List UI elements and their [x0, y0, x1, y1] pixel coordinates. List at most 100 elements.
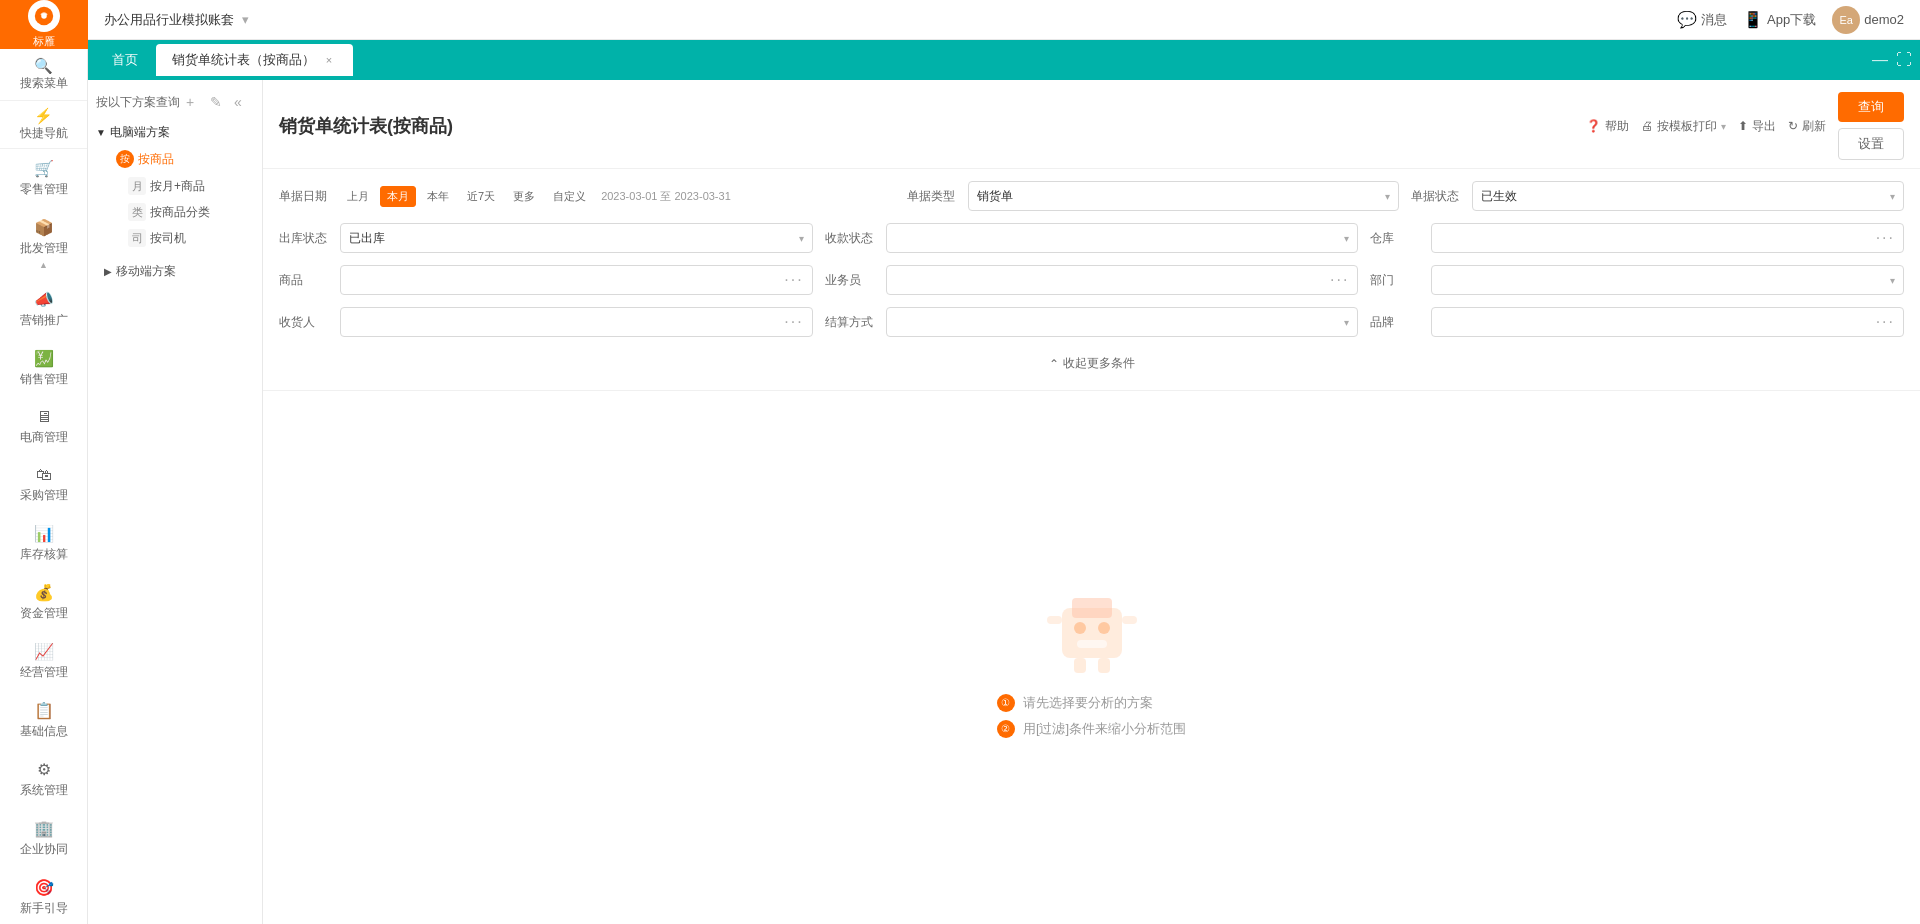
warehouse-control[interactable]: ···: [1431, 223, 1904, 253]
purchase-icon: 🛍: [36, 466, 52, 484]
hint1-text: 请先选择要分析的方案: [1023, 694, 1153, 712]
collapse-bar[interactable]: ⌃ 收起更多条件: [279, 349, 1904, 378]
tab-maximize-icon[interactable]: ⛶: [1896, 51, 1912, 69]
collapse-panel-button[interactable]: «: [234, 92, 254, 112]
print-action[interactable]: 🖨 按模板打印 ▾: [1641, 118, 1726, 135]
refresh-action[interactable]: ↻ 刷新: [1788, 118, 1826, 135]
sidebar-item-label: 营销推广: [20, 312, 68, 329]
sidebar-quick-nav[interactable]: ⚡ 快捷导航: [0, 101, 87, 149]
query-button[interactable]: 查询: [1838, 92, 1904, 122]
message-icon: 💬: [1677, 10, 1697, 29]
app-logo[interactable]: 标雁: [0, 0, 88, 49]
scheme-driver-label: 按司机: [150, 230, 186, 247]
filter-out-status: 出库状态 已出库 ▾: [279, 223, 813, 253]
date-last-month[interactable]: 上月: [340, 186, 376, 207]
payment-label: 结算方式: [825, 314, 880, 331]
industry-dropdown-icon[interactable]: ▾: [242, 12, 249, 27]
tab-minimize-icon[interactable]: —: [1872, 51, 1888, 69]
user-action[interactable]: Ea demo2: [1832, 6, 1904, 34]
collapse-icon: «: [234, 94, 254, 110]
sidebar-item-finance[interactable]: 💰 资金管理: [0, 573, 87, 632]
doc-type-label: 单据类型: [907, 188, 962, 205]
marketing-icon: 📣: [34, 290, 54, 309]
add-scheme-button[interactable]: +: [186, 92, 206, 112]
sidebar-item-inventory[interactable]: 📊 库存核算: [0, 514, 87, 573]
date-this-year[interactable]: 本年: [420, 186, 456, 207]
settings-button[interactable]: 设置: [1838, 128, 1904, 160]
brand-dots: ···: [1876, 313, 1895, 331]
sidebar-item-purchase[interactable]: 🛍 采购管理: [0, 456, 87, 514]
out-status-control[interactable]: 已出库 ▾: [340, 223, 813, 253]
scheme-by-driver[interactable]: 司 按司机: [88, 225, 262, 251]
chevron-right-icon: ▶: [104, 266, 112, 277]
tab-close-icon[interactable]: ×: [321, 52, 337, 68]
date-last-7days[interactable]: 近7天: [460, 186, 502, 207]
sidebar-item-marketing[interactable]: 📣 营销推广: [0, 280, 87, 339]
doc-type-control[interactable]: 销货单 ▾: [968, 181, 1400, 211]
app-download-label: App下载: [1767, 11, 1816, 29]
mobile-group-header[interactable]: ▶ 移动端方案: [88, 259, 262, 284]
sidebar-item-sales[interactable]: 💹 销售管理: [0, 339, 87, 398]
product-dots: ···: [784, 271, 803, 289]
user-avatar: Ea: [1832, 6, 1860, 34]
receiver-dots: ···: [784, 313, 803, 331]
svg-point-4: [1074, 622, 1086, 634]
warehouse-label: 仓库: [1370, 230, 1425, 247]
edit-scheme-button[interactable]: ✎: [210, 92, 230, 112]
date-range-text: 2023-03-01 至 2023-03-31: [601, 189, 731, 204]
sidebar-item-enterprise[interactable]: 🏢 企业协同: [0, 809, 87, 868]
date-this-month[interactable]: 本月: [380, 186, 416, 207]
retail-icon: 🛒: [34, 159, 54, 178]
finance-icon: 💰: [34, 583, 54, 602]
receipt-status-chevron: ▾: [1344, 233, 1349, 244]
help-icon: ❓: [1586, 119, 1601, 133]
filter-brand: 品牌 ···: [1370, 307, 1904, 337]
dept-control[interactable]: ▾: [1431, 265, 1904, 295]
scheme-by-category[interactable]: 类 按商品分类: [88, 199, 262, 225]
doc-status-control[interactable]: 已生效 ▾: [1472, 181, 1904, 211]
brand-control[interactable]: ···: [1431, 307, 1904, 337]
sidebar-item-wholesale[interactable]: 📦 批发管理 ▲: [0, 208, 87, 280]
filter-receipt-status: 收款状态 ▾: [825, 223, 1359, 253]
scheme-by-month-product[interactable]: 月 按月+商品: [88, 173, 262, 199]
left-panel-header: 按以下方案查询 + ✎ «: [88, 88, 262, 116]
help-action[interactable]: ❓ 帮助: [1586, 118, 1629, 135]
filter-product: 商品 ···: [279, 265, 813, 295]
tab-sales-stat[interactable]: 销货单统计表（按商品） ×: [156, 44, 353, 76]
receipt-status-control[interactable]: ▾: [886, 223, 1359, 253]
brand-label: 品牌: [1370, 314, 1425, 331]
salesperson-control[interactable]: ···: [886, 265, 1359, 295]
svg-rect-7: [1074, 658, 1086, 673]
sidebar-item-operations[interactable]: 📈 经营管理: [0, 632, 87, 691]
scheme-by-product[interactable]: 按 按商品: [88, 145, 262, 173]
filter-salesperson: 业务员 ···: [825, 265, 1359, 295]
empty-illustration: [1042, 578, 1142, 678]
date-more[interactable]: 更多: [506, 186, 542, 207]
filter-row-1: 单据日期 上月 本月 本年 近7天 更多 自定义 2023-03-01 至 20…: [279, 181, 1904, 211]
app-download-action[interactable]: 📱 App下载: [1743, 10, 1816, 29]
payment-control[interactable]: ▾: [886, 307, 1359, 337]
sidebar-search[interactable]: 🔍 搜索菜单: [0, 49, 87, 101]
tab-home-label: 首页: [112, 51, 138, 69]
sidebar-item-label: 采购管理: [20, 487, 68, 504]
filter-dept: 部门 ▾: [1370, 265, 1904, 295]
sidebar-item-label: 销售管理: [20, 371, 68, 388]
sidebar-item-label: 系统管理: [20, 782, 68, 799]
top-header: 办公用品行业模拟账套 ▾ 💬 消息 📱 App下载 Ea demo2: [88, 0, 1920, 40]
salesperson-label: 业务员: [825, 272, 880, 289]
tab-home[interactable]: 首页: [96, 44, 154, 76]
export-action[interactable]: ⬆ 导出: [1738, 118, 1776, 135]
basic-icon: 📋: [34, 701, 54, 720]
sidebar-item-ecommerce[interactable]: 🖥 电商管理: [0, 398, 87, 456]
product-control[interactable]: ···: [340, 265, 813, 295]
desktop-group-header[interactable]: ▼ 电脑端方案: [88, 120, 262, 145]
print-dropdown-icon: ▾: [1721, 121, 1726, 132]
date-custom[interactable]: 自定义: [546, 186, 593, 207]
sidebar-item-newbie[interactable]: 🎯 新手引导: [0, 868, 87, 924]
sidebar-item-basic[interactable]: 📋 基础信息: [0, 691, 87, 750]
sidebar-item-retail[interactable]: 🛒 零售管理: [0, 149, 87, 208]
message-action[interactable]: 💬 消息: [1677, 10, 1727, 29]
date-label: 单据日期: [279, 188, 334, 205]
receiver-control[interactable]: ···: [340, 307, 813, 337]
sidebar-item-system[interactable]: ⚙ 系统管理: [0, 750, 87, 809]
